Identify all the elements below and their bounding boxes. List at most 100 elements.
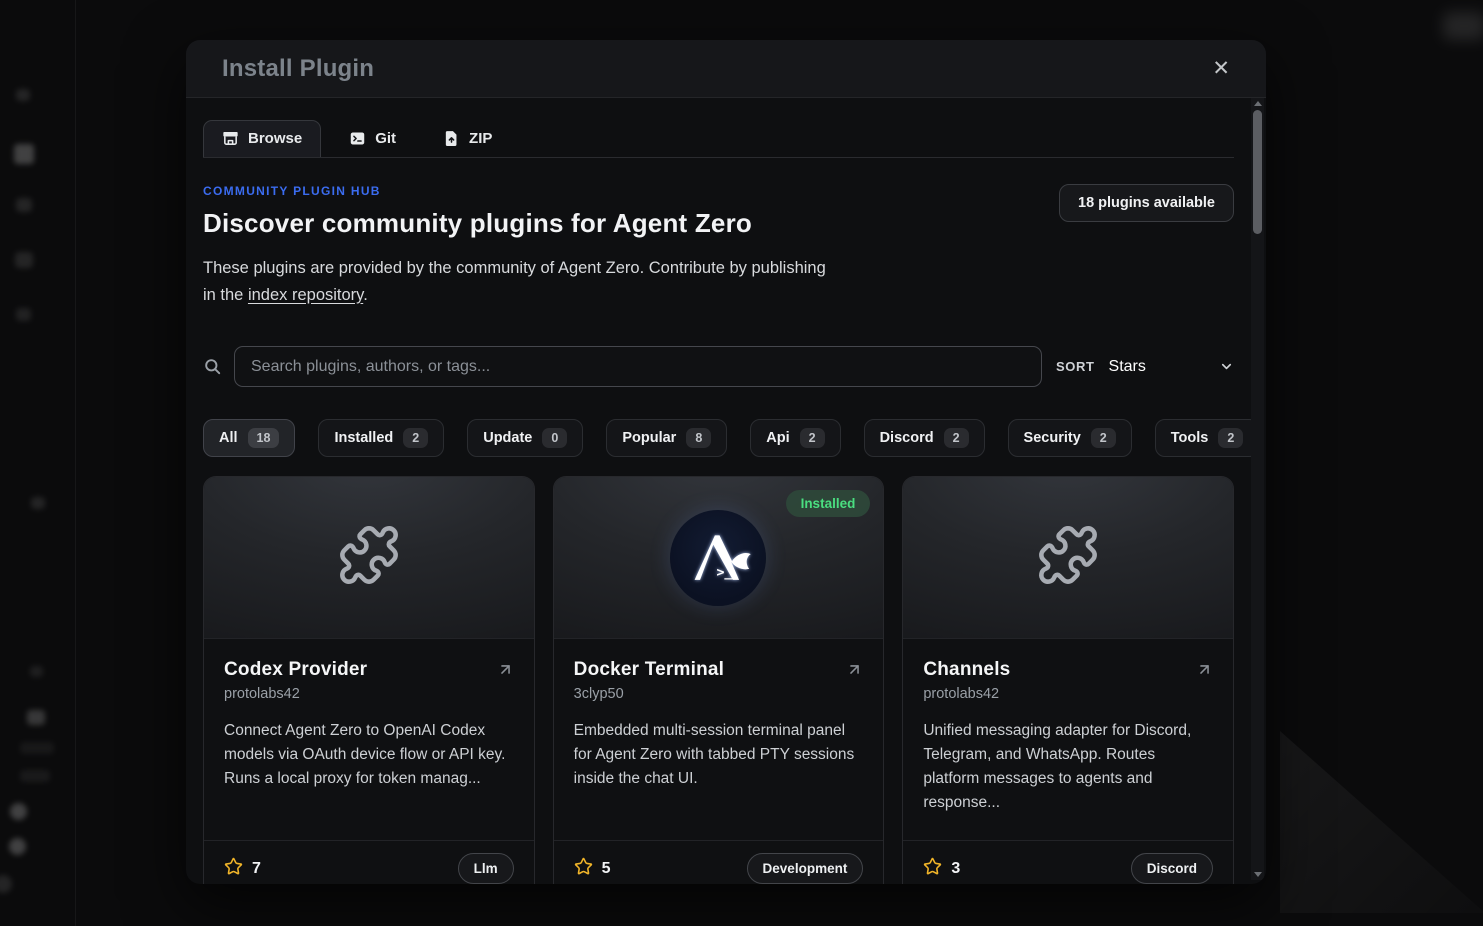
terminal-icon xyxy=(349,130,366,147)
hub-description-line1: These plugins are provided by the commun… xyxy=(203,255,923,282)
scroll-down-arrow[interactable] xyxy=(1254,872,1262,877)
star-icon xyxy=(224,857,243,881)
plugin-name: Codex Provider xyxy=(224,659,367,681)
star-count: 3 xyxy=(951,860,960,878)
sidebar-ghost-icon xyxy=(31,497,45,509)
plugin-card-footer: 5 Development xyxy=(554,840,884,884)
star-count: 5 xyxy=(602,860,611,878)
scroll-up-arrow[interactable] xyxy=(1254,101,1262,106)
filter-chip-api[interactable]: Api 2 xyxy=(750,419,840,457)
filter-count: 2 xyxy=(800,428,825,448)
sidebar-ghost-avatar xyxy=(10,803,27,820)
plugin-card-media: Installed >_ xyxy=(554,477,884,639)
sort-selected-value: Stars xyxy=(1109,358,1146,376)
filter-chip-installed[interactable]: Installed 2 xyxy=(318,419,444,457)
plugin-tag-badge[interactable]: Development xyxy=(747,853,864,884)
star-icon xyxy=(923,857,942,881)
plugin-card-channels[interactable]: Channels protolabs42 Unified messaging a… xyxy=(902,476,1234,884)
puzzle-icon xyxy=(337,523,401,592)
sidebar-ghost-icon xyxy=(20,770,50,782)
star-rating: 7 xyxy=(224,857,261,881)
sidebar-ghost-avatar xyxy=(9,838,26,855)
filter-count: 2 xyxy=(403,428,428,448)
external-link-icon[interactable] xyxy=(1196,661,1213,678)
filter-count: 8 xyxy=(686,428,711,448)
star-count: 7 xyxy=(252,860,261,878)
star-rating: 3 xyxy=(923,857,960,881)
plugins-count-badge: 18 plugins available xyxy=(1059,184,1234,222)
plugin-author: protolabs42 xyxy=(923,686,1213,702)
tab-zip[interactable]: ZIP xyxy=(424,120,511,157)
filter-chip-popular[interactable]: Popular 8 xyxy=(606,419,727,457)
modal-scrollbar[interactable] xyxy=(1251,98,1264,880)
filter-chip-update[interactable]: Update 0 xyxy=(467,419,583,457)
index-repository-link[interactable]: index repository xyxy=(248,286,363,304)
sidebar-ghost-icon xyxy=(16,198,32,212)
plugin-name: Channels xyxy=(923,659,1010,681)
filter-chip-security[interactable]: Security 2 xyxy=(1008,419,1132,457)
file-upload-icon xyxy=(443,130,460,147)
search-input[interactable] xyxy=(234,346,1042,387)
sidebar-ghost-icon xyxy=(30,666,43,677)
external-link-icon[interactable] xyxy=(497,661,514,678)
filter-chip-tools[interactable]: Tools 2 xyxy=(1155,419,1260,457)
plugin-card-docker-terminal[interactable]: Installed >_ xyxy=(553,476,885,884)
source-tabs: Browse Git xyxy=(203,98,1234,158)
filter-count: 0 xyxy=(542,428,567,448)
sidebar-ghost-icon xyxy=(16,308,31,321)
tab-git[interactable]: Git xyxy=(330,120,415,157)
plugin-card-media xyxy=(204,477,534,639)
filter-chip-discord[interactable]: Discord 2 xyxy=(864,419,985,457)
plugin-author: protolabs42 xyxy=(224,686,514,702)
plugin-tag-badge[interactable]: Discord xyxy=(1131,853,1213,884)
sidebar-ghost-icon xyxy=(14,144,34,164)
filter-count: 2 xyxy=(944,428,969,448)
sidebar-ghost-icon xyxy=(16,89,30,101)
plugin-card-footer: 3 Discord xyxy=(903,840,1233,884)
star-icon xyxy=(574,857,593,881)
filter-count: 2 xyxy=(1091,428,1116,448)
filter-chips: All 18 Installed 2 Update 0 Popular 8 Ap… xyxy=(203,419,1234,457)
plugin-tag-badge[interactable]: Llm xyxy=(458,853,514,884)
sort-control[interactable]: SORT Stars xyxy=(1056,358,1234,376)
tab-browse[interactable]: Browse xyxy=(203,120,321,157)
plugin-author: 3clyp50 xyxy=(574,686,864,702)
plugin-card-content: Codex Provider protolabs42 Connect Agent… xyxy=(204,639,534,840)
plugin-description: Unified messaging adapter for Discord, T… xyxy=(923,719,1213,815)
star-rating: 5 xyxy=(574,857,611,881)
plugin-card-content: Channels protolabs42 Unified messaging a… xyxy=(903,639,1233,840)
sidebar-ghost-icon xyxy=(15,252,33,268)
installed-badge: Installed xyxy=(786,490,871,517)
modal-title: Install Plugin xyxy=(222,55,374,83)
search-row: SORT Stars xyxy=(203,346,1234,387)
plugin-card-footer: 7 Llm xyxy=(204,840,534,884)
plugin-description: Connect Agent Zero to OpenAI Codex model… xyxy=(224,719,514,791)
plugin-card-codex-provider[interactable]: Codex Provider protolabs42 Connect Agent… xyxy=(203,476,535,884)
scrollbar-thumb[interactable] xyxy=(1253,110,1262,234)
chevron-down-icon[interactable] xyxy=(1219,359,1234,374)
modal-body: Browse Git xyxy=(186,98,1266,884)
puzzle-icon xyxy=(1036,523,1100,592)
filter-chip-all[interactable]: All 18 xyxy=(203,419,295,457)
sidebar-ghost-icon xyxy=(0,875,12,893)
close-icon[interactable]: ✕ xyxy=(1212,58,1230,79)
hub-description-line2: in the index repository. xyxy=(203,282,923,309)
store-icon xyxy=(222,130,239,147)
background-triangle-shape xyxy=(1280,731,1483,913)
modal-header: Install Plugin ✕ xyxy=(186,40,1266,98)
filter-count: 18 xyxy=(248,428,280,448)
sort-label: SORT xyxy=(1056,359,1095,374)
search-icon xyxy=(203,357,222,376)
sidebar-ghost-icon xyxy=(20,742,54,754)
background-topright-ghost xyxy=(1443,12,1483,40)
external-link-icon[interactable] xyxy=(846,661,863,678)
install-plugin-modal: Install Plugin ✕ Browse xyxy=(186,40,1266,884)
sidebar-divider xyxy=(75,0,76,926)
sidebar-ghost-icon xyxy=(27,710,45,725)
plugin-description: Embedded multi-session terminal panel fo… xyxy=(574,719,864,791)
plugin-name: Docker Terminal xyxy=(574,659,724,681)
plugin-card-media xyxy=(903,477,1233,639)
tab-zip-label: ZIP xyxy=(469,130,492,147)
svg-text:>_: >_ xyxy=(717,566,733,581)
tab-browse-label: Browse xyxy=(248,130,302,147)
